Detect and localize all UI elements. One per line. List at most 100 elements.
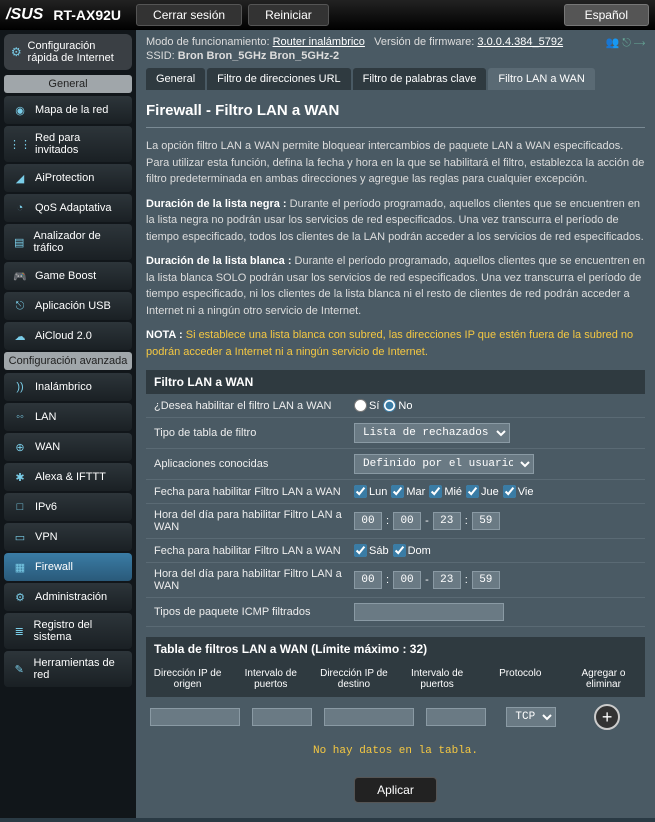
top-bar: /SUS RT-AX92U Cerrar sesión Reiniciar Es…	[0, 0, 655, 30]
day-thu[interactable]: Jue	[466, 485, 499, 498]
time1-h2[interactable]	[433, 512, 461, 530]
filter-type-select[interactable]: Lista de rechazados	[354, 423, 510, 443]
src-ip-input[interactable]	[150, 708, 240, 726]
sidebar-item-vpn[interactable]: ▭VPN	[4, 523, 132, 551]
time2-label: Hora del día para habilitar Filtro LAN a…	[154, 568, 354, 592]
map-icon: ◉	[10, 102, 30, 118]
day-fri[interactable]: Vie	[503, 485, 534, 498]
usb-icon: ⎋	[10, 298, 30, 314]
sidebar-item-lan[interactable]: ◦◦LAN	[4, 403, 132, 431]
sidebar-label: Configuración rápida de Internet	[28, 40, 126, 64]
fw-link[interactable]: 3.0.0.4.384_5792	[477, 36, 563, 48]
quick-setup-button[interactable]: ⚙ Configuración rápida de Internet	[4, 34, 132, 70]
sidebar: ⚙ Configuración rápida de Internet Gener…	[0, 30, 136, 818]
info-line-2: SSID: Bron Bron_5GHz Bron_5GHz-2	[146, 50, 645, 62]
no-data-text: No hay datos en la tabla.	[146, 737, 645, 765]
sidebar-item-tools[interactable]: ✎Herramientas de red	[4, 651, 132, 687]
apps-label: Aplicaciones conocidas	[154, 458, 354, 470]
sidebar-item-usb[interactable]: ⎋Aplicación USB	[4, 292, 132, 320]
cloud-icon: ☁	[10, 328, 30, 344]
day-tue[interactable]: Mar	[391, 485, 425, 498]
language-select[interactable]: Español	[564, 4, 649, 26]
proto-select[interactable]: TCP	[506, 707, 556, 727]
tab-lanwanfilter[interactable]: Filtro LAN a WAN	[488, 68, 594, 90]
time2-h1[interactable]	[354, 571, 382, 589]
firewall-icon: ▦	[10, 559, 30, 575]
tab-keywordfilter[interactable]: Filtro de palabras clave	[353, 68, 487, 90]
sidebar-item-qos[interactable]: ◔QoS Adaptativa	[4, 194, 132, 222]
time2-h2[interactable]	[433, 571, 461, 589]
note-text: NOTA : Si establece una lista blanca con…	[146, 327, 645, 360]
whitelist-note: Duración de la lista blanca : Durante el…	[146, 253, 645, 319]
op-mode-link[interactable]: Router inalámbrico	[273, 36, 365, 48]
ipv6-icon: □	[10, 499, 30, 515]
sidebar-item-aicloud[interactable]: ☁AiCloud 2.0	[4, 322, 132, 350]
sidebar-item-firewall[interactable]: ▦Firewall	[4, 553, 132, 581]
gauge-icon: ◔	[10, 200, 30, 216]
status-icons: 👥 ⎋ ⟶	[605, 36, 645, 50]
day-sun[interactable]: Dom	[393, 544, 431, 557]
dst-port-input[interactable]	[426, 708, 486, 726]
sidebar-item-networkmap[interactable]: ◉Mapa de la red	[4, 96, 132, 124]
apps-select[interactable]: Definido por el usuario	[354, 454, 534, 474]
section-table: Tabla de filtros LAN a WAN (Límite máxim…	[146, 637, 645, 661]
day-mon[interactable]: Lun	[354, 485, 387, 498]
vpn-icon: ▭	[10, 529, 30, 545]
sidebar-item-aiprotection[interactable]: ◢AiProtection	[4, 164, 132, 192]
day-wed[interactable]: Mié	[429, 485, 462, 498]
enable-yes[interactable]: Sí	[354, 399, 379, 412]
sidebar-item-guest[interactable]: ⋮⋮Red para invitados	[4, 126, 132, 162]
lan-icon: ◦◦	[10, 409, 30, 425]
sidebar-heading-general: General	[4, 75, 132, 93]
tab-urlfilter[interactable]: Filtro de direcciones URL	[207, 68, 351, 90]
days2-label: Fecha para habilitar Filtro LAN a WAN	[154, 545, 354, 557]
admin-icon: ⚙	[10, 589, 30, 605]
type-label: Tipo de tabla de filtro	[154, 427, 354, 439]
blacklist-note: Duración de la lista negra : Durante el …	[146, 196, 645, 246]
icmp-label: Tipos de paquete ICMP filtrados	[154, 606, 354, 618]
model-name: RT-AX92U	[53, 7, 121, 23]
gamepad-icon: 🎮	[10, 268, 30, 284]
time2-m2[interactable]	[472, 571, 500, 589]
description: La opción filtro LAN a WAN permite bloqu…	[146, 138, 645, 188]
table-header: Dirección IP de origenIntervalo de puert…	[146, 661, 645, 697]
sidebar-item-admin[interactable]: ⚙Administración	[4, 583, 132, 611]
wifi-icon: ))	[10, 379, 30, 395]
logout-button[interactable]: Cerrar sesión	[136, 4, 242, 26]
reboot-button[interactable]: Reiniciar	[248, 4, 329, 26]
sidebar-item-traffic[interactable]: ▤Analizador de tráfico	[4, 224, 132, 260]
shield-icon: ◢	[10, 170, 30, 186]
time1-label: Hora del día para habilitar Filtro LAN a…	[154, 509, 354, 533]
brand-logo: /SUS	[6, 6, 43, 24]
alexa-icon: ✱	[10, 469, 30, 485]
page-title: Firewall - Filtro LAN a WAN	[146, 102, 645, 119]
gear-icon: ⚙	[10, 44, 23, 60]
sidebar-item-ipv6[interactable]: □IPv6	[4, 493, 132, 521]
add-button[interactable]: +	[594, 704, 620, 730]
info-line-1: Modo de funcionamiento: Router inalámbri…	[146, 36, 645, 48]
time2-m1[interactable]	[393, 571, 421, 589]
sidebar-item-wireless[interactable]: ))Inalámbrico	[4, 373, 132, 401]
enable-label: ¿Desea habilitar el filtro LAN a WAN	[154, 400, 354, 412]
section-filter: Filtro LAN a WAN	[146, 370, 645, 394]
table-input-row: TCP +	[146, 697, 645, 737]
sidebar-item-gameboost[interactable]: 🎮Game Boost	[4, 262, 132, 290]
days1-label: Fecha para habilitar Filtro LAN a WAN	[154, 486, 354, 498]
sidebar-item-alexa[interactable]: ✱Alexa & IFTTT	[4, 463, 132, 491]
globe-icon: ⊕	[10, 439, 30, 455]
content-panel: Modo de funcionamiento: Router inalámbri…	[136, 30, 655, 818]
guest-icon: ⋮⋮	[10, 136, 30, 152]
time1-m1[interactable]	[393, 512, 421, 530]
time1-m2[interactable]	[472, 512, 500, 530]
time1-h1[interactable]	[354, 512, 382, 530]
tab-general[interactable]: General	[146, 68, 205, 90]
wrench-icon: ✎	[10, 661, 28, 677]
day-sat[interactable]: Sáb	[354, 544, 389, 557]
dst-ip-input[interactable]	[324, 708, 414, 726]
apply-button[interactable]: Aplicar	[354, 777, 437, 803]
src-port-input[interactable]	[252, 708, 312, 726]
icmp-input[interactable]	[354, 603, 504, 621]
enable-no[interactable]: No	[383, 399, 412, 412]
sidebar-item-wan[interactable]: ⊕WAN	[4, 433, 132, 461]
sidebar-item-syslog[interactable]: ≣Registro del sistema	[4, 613, 132, 649]
